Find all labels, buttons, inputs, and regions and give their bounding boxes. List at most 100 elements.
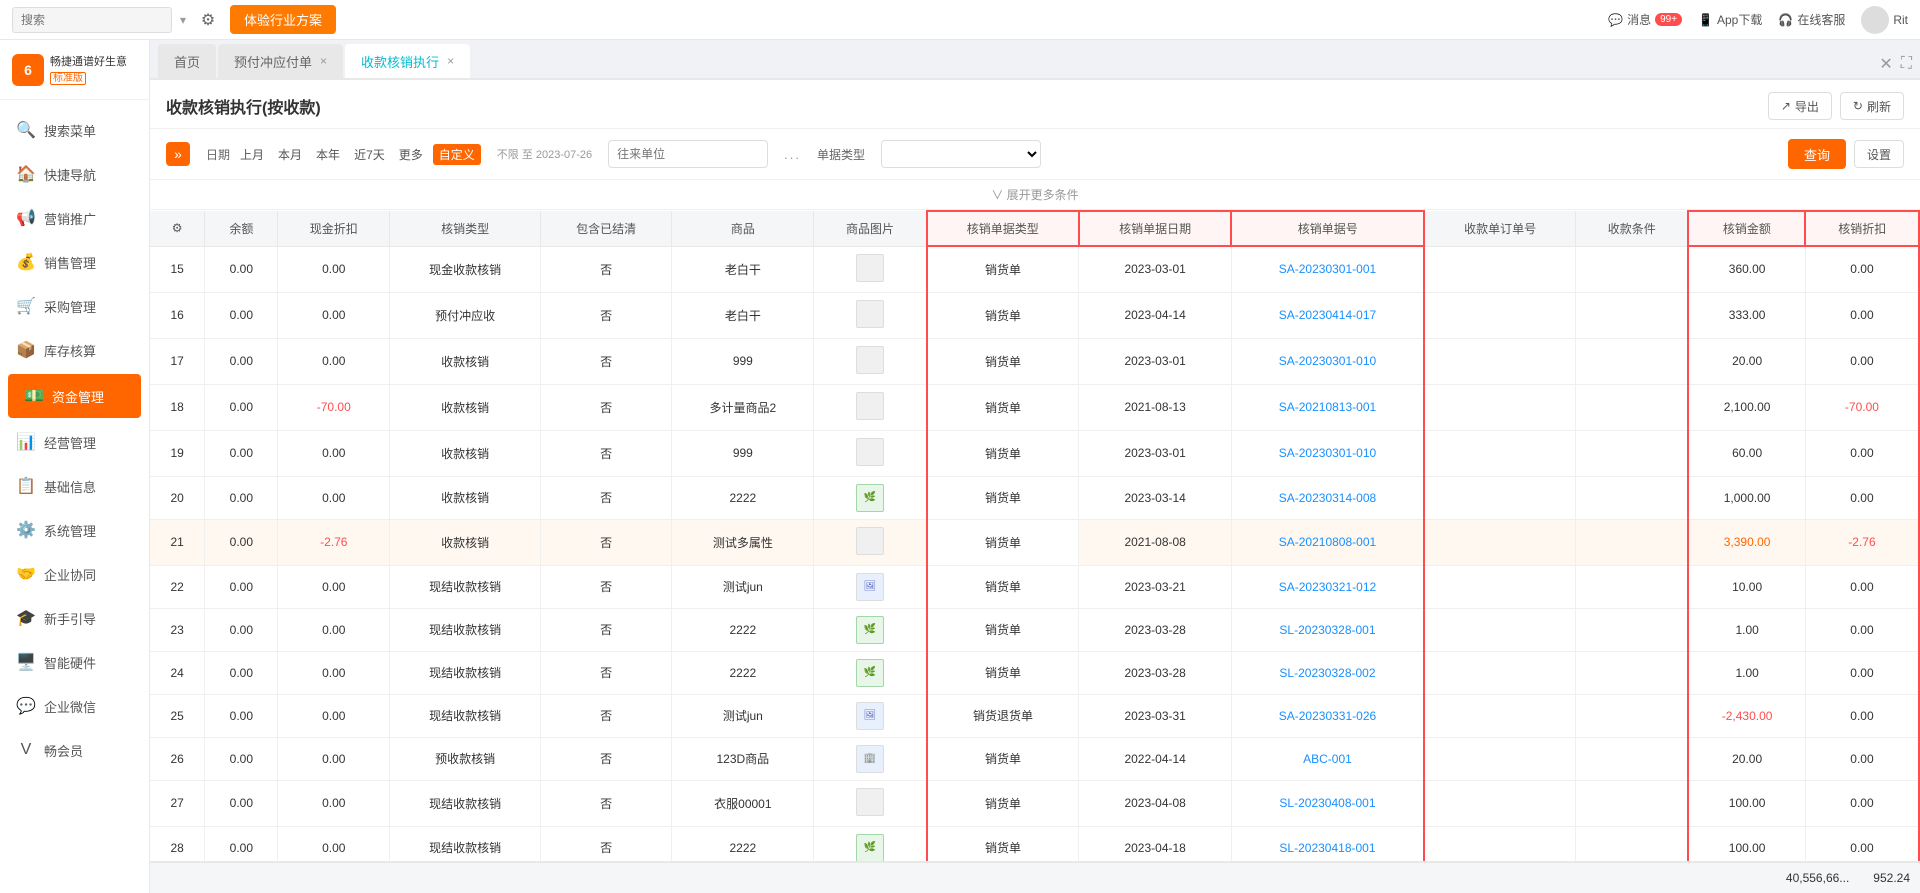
chevron-down-icon[interactable]: ▾ <box>180 13 186 27</box>
tab-home[interactable]: 首页 <box>158 44 216 78</box>
maximize-icon[interactable]: ⛶ <box>1901 55 1912 73</box>
bill-no[interactable]: SL-20230418-001 <box>1231 826 1424 861</box>
online-service-item[interactable]: 🎧 在线客服 <box>1778 11 1845 28</box>
cash-discount: 0.00 <box>278 338 390 384</box>
bill-no[interactable]: SL-20230328-002 <box>1231 651 1424 694</box>
sidebar-item-enterprise[interactable]: 🤝 企业协同 <box>0 552 149 596</box>
table-wrapper[interactable]: ⚙ 余额 现金折扣 核销类型 包含已结清 商品 商品图片 核销单据类型 核销单据… <box>150 210 1920 861</box>
headset-icon: 🎧 <box>1778 13 1793 27</box>
bill-no[interactable]: SA-20230331-026 <box>1231 694 1424 737</box>
receipt-condition <box>1576 338 1689 384</box>
app-download-item[interactable]: 📱 App下载 <box>1698 11 1762 28</box>
table-row: 210.00-2.76收款核销否测试多属性销货单2021-08-08SA-202… <box>150 519 1919 565</box>
app-label: App下载 <box>1717 11 1762 28</box>
sidebar-item-system[interactable]: ⚙️ 系统管理 <box>0 508 149 552</box>
bill-date: 2023-03-31 <box>1079 694 1231 737</box>
settings-icon[interactable]: ⚙ <box>194 6 222 34</box>
writeoff-amount: 2,100.00 <box>1688 384 1805 430</box>
query-button[interactable]: 查询 <box>1788 139 1846 169</box>
last-month-option[interactable]: 上月 <box>236 144 268 165</box>
custom-date-option[interactable]: 自定义 <box>433 144 481 165</box>
sidebar-item-marketing[interactable]: 📢 营销推广 <box>0 196 149 240</box>
sidebar-item-label: 销售管理 <box>44 253 96 272</box>
balance: 0.00 <box>205 384 278 430</box>
th-receipt-order-no: 收款单订单号 <box>1424 211 1576 246</box>
sidebar-item-capital[interactable]: 💵 资金管理 <box>8 374 141 418</box>
tab-collection[interactable]: 收款核销执行 × <box>345 44 470 78</box>
bill-no[interactable]: SL-20230408-001 <box>1231 780 1424 826</box>
page-title: 收款核销执行(按收款) <box>166 94 321 118</box>
sidebar-item-purchase[interactable]: 🛒 采购管理 <box>0 284 149 328</box>
bill-no[interactable]: SA-20210813-001 <box>1231 384 1424 430</box>
product-img <box>814 780 927 826</box>
bill-no[interactable]: SA-20230301-010 <box>1231 430 1424 476</box>
sidebar-item-label: 企业微信 <box>44 697 96 716</box>
bill-no[interactable]: SA-20230301-001 <box>1231 246 1424 292</box>
writeoff-amount: 20.00 <box>1688 737 1805 780</box>
product-img: 🏢 <box>814 737 927 780</box>
source-unit-input[interactable] <box>608 140 768 168</box>
bill-type: 销货单 <box>927 826 1079 861</box>
product: 老白干 <box>672 246 814 292</box>
sidebar-item-inventory[interactable]: 📦 库存核算 <box>0 328 149 372</box>
sidebar-item-hardware[interactable]: 🖥️ 智能硬件 <box>0 640 149 684</box>
bill-no[interactable]: SA-20230321-012 <box>1231 565 1424 608</box>
tab-close-icon[interactable]: × <box>320 54 327 68</box>
bill-no[interactable]: SA-20230301-010 <box>1231 338 1424 384</box>
sidebar-item-sales[interactable]: 💰 销售管理 <box>0 240 149 284</box>
page-inner: 收款核销执行(按收款) ↗ 导出 ↻ 刷新 » <box>150 80 1920 893</box>
included: 否 <box>540 780 671 826</box>
message-badge: 99+ <box>1655 13 1682 26</box>
sidebar-item-quick[interactable]: 🏠 快捷导航 <box>0 152 149 196</box>
included: 否 <box>540 737 671 780</box>
bill-type: 销货单 <box>927 476 1079 519</box>
writeoff-type: 现金收款核销 <box>390 246 541 292</box>
th-product-img: 商品图片 <box>814 211 927 246</box>
this-month-option[interactable]: 本月 <box>274 144 306 165</box>
bill-date: 2023-04-08 <box>1079 780 1231 826</box>
search-input[interactable] <box>12 7 172 33</box>
filter-toggle-button[interactable]: » <box>166 142 190 166</box>
table-row: 280.000.00现结收款核销否2222🌿销货单2023-04-18SL-20… <box>150 826 1919 861</box>
sidebar-item-search[interactable]: 🔍 搜索菜单 <box>0 108 149 152</box>
this-year-option[interactable]: 本年 <box>312 144 344 165</box>
writeoff-discount: 0.00 <box>1805 338 1919 384</box>
expand-more-bar[interactable]: ∨ 展开更多条件 <box>150 180 1920 210</box>
tab-prepay[interactable]: 预付冲应付单 × <box>218 44 343 78</box>
sidebar-item-guide[interactable]: 🎓 新手引导 <box>0 596 149 640</box>
filter-settings-button[interactable]: 设置 <box>1854 140 1904 168</box>
writeoff-discount: 0.00 <box>1805 292 1919 338</box>
bill-no[interactable]: SA-20230414-017 <box>1231 292 1424 338</box>
tab-close-icon[interactable]: × <box>447 54 454 68</box>
included: 否 <box>540 384 671 430</box>
user-item[interactable]: Rit <box>1861 6 1908 34</box>
more-date-option[interactable]: 更多 <box>395 144 427 165</box>
bill-type-select[interactable] <box>881 140 1041 168</box>
bill-date: 2023-03-01 <box>1079 246 1231 292</box>
bill-no[interactable]: SL-20230328-001 <box>1231 608 1424 651</box>
table-row: 160.000.00预付冲应收否老白干销货单2023-04-14SA-20230… <box>150 292 1919 338</box>
message-item[interactable]: 💬 消息 99+ <box>1608 11 1682 28</box>
th-included: 包含已结清 <box>540 211 671 246</box>
writeoff-discount: 0.00 <box>1805 826 1919 861</box>
system-icon: ⚙️ <box>16 520 36 540</box>
sidebar-item-wechat[interactable]: 💬 企业微信 <box>0 684 149 728</box>
export-button[interactable]: ↗ 导出 <box>1768 92 1832 120</box>
writeoff-amount-total: 40,556,66... <box>1786 871 1849 885</box>
cash-discount: 0.00 <box>278 292 390 338</box>
close-window-icon[interactable]: ✕ <box>1879 54 1892 74</box>
refresh-button[interactable]: ↻ 刷新 <box>1840 92 1904 120</box>
sidebar-item-basic[interactable]: 📋 基础信息 <box>0 464 149 508</box>
sidebar-item-member[interactable]: V 畅会员 <box>0 728 149 772</box>
bill-date: 2023-03-01 <box>1079 338 1231 384</box>
last-7days-option[interactable]: 近7天 <box>350 144 389 165</box>
bill-date: 2021-08-08 <box>1079 519 1231 565</box>
th-settings[interactable]: ⚙ <box>150 211 205 246</box>
bill-no[interactable]: SA-20210808-001 <box>1231 519 1424 565</box>
trial-button[interactable]: 体验行业方案 <box>230 5 336 34</box>
receipt-order-no <box>1424 292 1576 338</box>
bill-no[interactable]: SA-20230314-008 <box>1231 476 1424 519</box>
balance: 0.00 <box>205 430 278 476</box>
bill-no[interactable]: ABC-001 <box>1231 737 1424 780</box>
sidebar-item-operation[interactable]: 📊 经营管理 <box>0 420 149 464</box>
